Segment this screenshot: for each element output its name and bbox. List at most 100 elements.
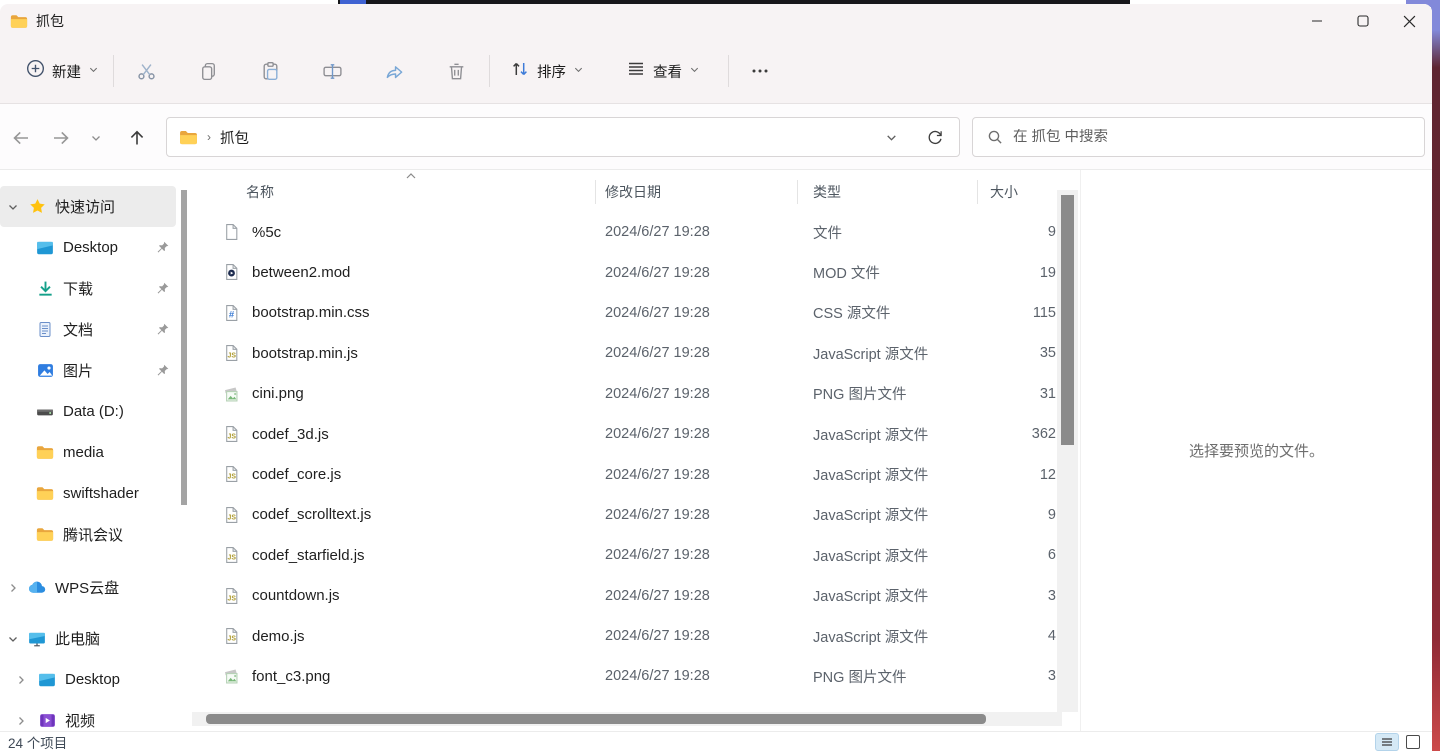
copy-button[interactable] (188, 52, 228, 90)
sort-dropdown[interactable]: 排序 (502, 54, 592, 88)
pin-icon (155, 322, 170, 337)
delete-button[interactable] (436, 52, 476, 90)
view-dropdown[interactable]: 查看 (618, 54, 708, 88)
large-icons-view-toggle[interactable] (1406, 735, 1420, 749)
js-file-icon: JS (223, 465, 241, 483)
desktop-icon (36, 239, 54, 257)
refresh-button[interactable] (921, 123, 949, 151)
sidebar-item-media[interactable]: media (0, 432, 176, 473)
up-button[interactable] (122, 123, 152, 153)
sidebar-item-快速访问[interactable]: 快速访问 (0, 186, 176, 227)
svg-text:#: # (229, 309, 235, 320)
share-button[interactable] (374, 52, 414, 90)
file-row[interactable]: font_c3.png 2024/6/27 19:28 PNG 图片文件 3 (190, 656, 1080, 696)
more-options-button[interactable] (742, 54, 778, 88)
breadcrumb-folder[interactable]: 抓包 (220, 127, 249, 148)
sidebar-item-此电脑[interactable]: 此电脑 (0, 618, 176, 659)
file-row[interactable]: JS codef_starfield.js 2024/6/27 19:28 JavaS… (190, 535, 1080, 575)
sidebar-item-label: Desktop (65, 671, 121, 688)
file-row[interactable]: %5c 2024/6/27 19:28 文件 9 (190, 212, 1080, 252)
column-separator[interactable] (977, 180, 978, 204)
sidebar-item-视频[interactable]: 视频 (0, 700, 176, 731)
file-row[interactable]: JS codef_scrolltext.js 2024/6/27 19:28 Java… (190, 495, 1080, 535)
maximize-button[interactable] (1340, 4, 1386, 38)
chevron-down-icon (689, 62, 700, 80)
sidebar-item-swiftshader[interactable]: swiftshader (0, 473, 176, 514)
file-row[interactable]: cini.png 2024/6/27 19:28 PNG 图片文件 31 (190, 374, 1080, 414)
chevron-right-icon[interactable] (14, 715, 28, 727)
chevron-down-icon[interactable] (6, 201, 20, 213)
file-size: 31 (1039, 385, 1056, 402)
file-date-modified: 2024/6/27 19:28 (605, 628, 710, 645)
column-header-name[interactable]: 名称 (246, 182, 274, 202)
address-dropdown-button[interactable] (877, 123, 905, 151)
file-size: 4 (1047, 628, 1056, 645)
search-input[interactable] (1013, 129, 1424, 145)
js-file-icon: JS (223, 587, 241, 605)
chevron-right-icon[interactable] (14, 674, 28, 686)
background-right-strip (1431, 0, 1440, 751)
horizontal-scrollbar-thumb[interactable] (206, 714, 986, 724)
file-row[interactable]: JS countdown.js 2024/6/27 19:28 JavaScript … (190, 576, 1080, 616)
sidebar-item-图片[interactable]: 图片 (0, 350, 176, 391)
column-separator[interactable] (797, 180, 798, 204)
sidebar-item-wps云盘[interactable]: WPS云盘 (0, 567, 176, 608)
png-file-icon (223, 667, 241, 685)
cut-button[interactable] (126, 52, 166, 90)
history-chevron-button[interactable] (84, 123, 108, 153)
sidebar-item-label: 腾讯会议 (63, 527, 124, 544)
file-row[interactable]: # bootstrap.min.css 2024/6/27 19:28 CSS 源文件… (190, 293, 1080, 333)
sidebar-item-下载[interactable]: 下载 (0, 268, 176, 309)
star-icon (28, 198, 46, 216)
sidebar-section: WPS云盘 (0, 567, 190, 608)
file-row[interactable]: between2.mod 2024/6/27 19:28 MOD 文件 19 (190, 252, 1080, 292)
file-type: MOD 文件 (813, 266, 880, 283)
sidebar-item-文档[interactable]: 文档 (0, 309, 176, 350)
vertical-scrollbar-thumb[interactable] (1061, 195, 1074, 445)
preview-pane: 选择要预览的文件。 (1080, 170, 1432, 731)
file-type: JavaScript 源文件 (813, 427, 929, 444)
file-size: 12 (1039, 466, 1056, 483)
address-bar[interactable]: › 抓包 (166, 117, 960, 157)
column-separator[interactable] (595, 180, 596, 204)
forward-button[interactable] (46, 123, 76, 153)
details-view-toggle[interactable] (1375, 733, 1399, 751)
file-type: JavaScript 源文件 (813, 629, 929, 646)
file-row[interactable]: JS demo.js 2024/6/27 19:28 JavaScript 源文件 4 (190, 616, 1080, 656)
back-button[interactable] (6, 123, 36, 153)
file-name: codef_core.js (252, 466, 342, 484)
chevron-down-icon[interactable] (6, 633, 20, 645)
chevron-right-icon[interactable] (6, 582, 20, 594)
vertical-scrollbar[interactable] (1057, 190, 1078, 712)
plus-circle-icon (26, 59, 45, 83)
sidebar-item-desktop[interactable]: Desktop (0, 659, 176, 700)
file-type: JavaScript 源文件 (813, 548, 929, 565)
minimize-button[interactable] (1294, 4, 1340, 38)
sidebar-item-data-(d:)[interactable]: Data (D:) (0, 391, 176, 432)
toolbar-separator (489, 55, 490, 87)
sidebar-scrollbar[interactable] (181, 190, 187, 505)
file-type: CSS 源文件 (813, 306, 891, 323)
sidebar-item-desktop[interactable]: Desktop (0, 227, 176, 268)
folder-icon (10, 14, 28, 29)
toolbar: 新建 排序 查看 (0, 38, 1432, 104)
column-header-size[interactable]: 大小 (990, 182, 1018, 202)
svg-text:JS: JS (227, 433, 236, 440)
column-header-type[interactable]: 类型 (813, 182, 841, 202)
view-toggles (1375, 732, 1420, 751)
sidebar-item-腾讯会议[interactable]: 腾讯会议 (0, 514, 176, 555)
file-row[interactable]: JS bootstrap.min.js 2024/6/27 19:28 JavaScr… (190, 333, 1080, 373)
file-list: 名称 修改日期 类型 大小 %5c 2024/6/27 19:28 文件 9 betwe… (190, 170, 1080, 731)
file-row[interactable]: JS codef_3d.js 2024/6/27 19:28 JavaScript 源… (190, 414, 1080, 454)
search-box (972, 117, 1425, 157)
column-header-date[interactable]: 修改日期 (605, 182, 661, 202)
new-button[interactable]: 新建 (16, 54, 109, 88)
desktop-icon (38, 671, 56, 689)
drive-icon (36, 403, 54, 421)
paste-button[interactable] (250, 52, 290, 90)
sidebar-item-label: swiftshader (63, 485, 139, 502)
horizontal-scrollbar[interactable] (192, 712, 1062, 726)
rename-button[interactable] (312, 52, 352, 90)
close-button[interactable] (1386, 4, 1432, 38)
file-row[interactable]: JS codef_core.js 2024/6/27 19:28 JavaScript… (190, 454, 1080, 494)
